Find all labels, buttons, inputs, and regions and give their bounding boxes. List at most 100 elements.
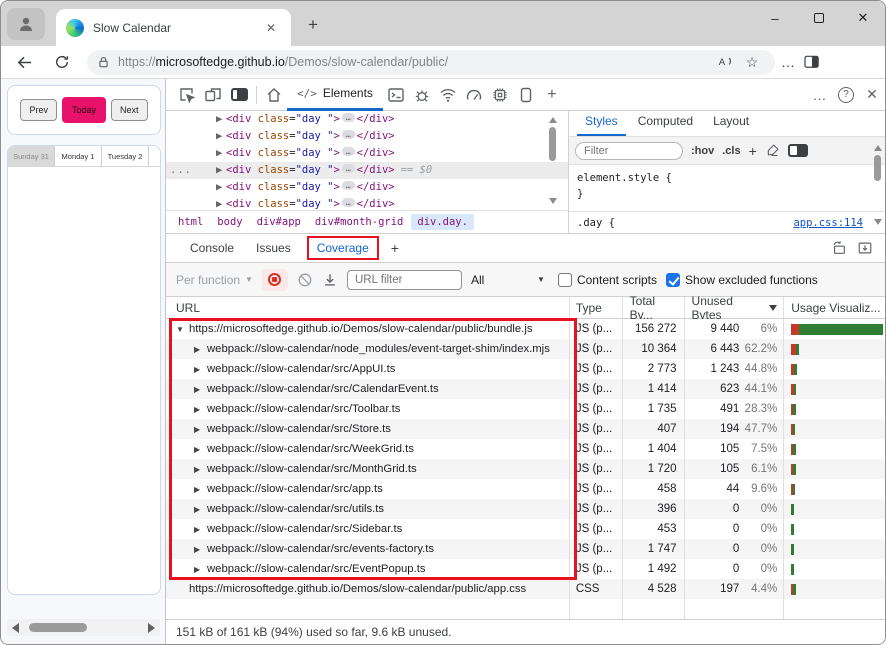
application-panel-button[interactable] <box>513 82 539 108</box>
column-header-unused-bytes[interactable]: Unused Bytes <box>685 294 785 322</box>
content-scripts-checkbox[interactable] <box>557 272 572 287</box>
url-filter-input[interactable] <box>346 269 462 290</box>
expand-triangle-icon[interactable]: ▶ <box>194 385 207 394</box>
breadcrumb-item[interactable]: div#app <box>251 214 307 230</box>
breadcrumb-item[interactable]: body <box>211 214 248 230</box>
expand-triangle-icon[interactable]: ▶ <box>194 425 207 434</box>
expand-triangle-icon[interactable]: ▶ <box>194 525 207 534</box>
new-style-rule-button[interactable]: + <box>749 143 757 159</box>
refresh-panel-icon[interactable] <box>831 240 847 256</box>
column-header-total-bytes[interactable]: Total By... <box>623 294 685 322</box>
drawer-tab[interactable]: Coverage <box>306 236 379 260</box>
element-style-rule[interactable]: element.style { } <box>569 165 885 211</box>
new-tab-button[interactable]: + <box>301 13 325 37</box>
breadcrumb-item[interactable]: html <box>172 214 209 230</box>
coverage-table-row[interactable]: ▶ webpack://slow-calendar/node_modules/ev… <box>166 339 885 359</box>
activity-bar-toggle[interactable] <box>226 82 252 108</box>
inspect-element-button[interactable] <box>174 82 200 108</box>
breadcrumb-item[interactable]: div.day. <box>411 214 474 231</box>
coverage-table-row[interactable]: ▶ webpack://slow-calendar/src/events-fact… <box>166 539 885 559</box>
next-button[interactable]: Next <box>111 99 148 121</box>
scroll-up-icon[interactable] <box>873 141 882 151</box>
settings-more-button[interactable]: … <box>781 54 796 70</box>
network-panel-button[interactable] <box>435 82 461 108</box>
home-tab-button[interactable] <box>261 82 287 108</box>
styles-tab[interactable]: Computed <box>630 110 701 136</box>
devtools-help-button[interactable]: ? <box>833 82 859 108</box>
dom-tree-row[interactable]: ▶ <div class="day ">… </div> <box>166 145 568 162</box>
day-css-rule[interactable]: .day { app.css:114 <box>569 211 885 233</box>
coverage-table-row[interactable]: ▶ webpack://slow-calendar/src/Toolbar.ts … <box>166 399 885 419</box>
dom-tree-row[interactable]: ▶ <div class="day ">… </div> <box>166 179 568 196</box>
styles-filter-input[interactable] <box>575 141 683 160</box>
scroll-up-icon[interactable] <box>548 113 557 123</box>
per-function-dropdown[interactable]: Per function ▼ <box>176 273 253 287</box>
coverage-table-row[interactable]: ▶ webpack://slow-calendar/src/app.ts JS (… <box>166 479 885 499</box>
tree-scrollbar[interactable] <box>547 113 558 208</box>
paint-format-icon[interactable] <box>765 143 780 158</box>
split-screen-icon[interactable] <box>804 55 820 69</box>
css-source-link[interactable]: app.css:114 <box>793 217 863 229</box>
expand-triangle-icon[interactable]: ▶ <box>194 545 207 554</box>
expand-triangle-icon[interactable]: ▶ <box>194 405 207 414</box>
drawer-tab[interactable]: Console <box>184 238 240 258</box>
scroll-down-icon[interactable] <box>873 219 882 229</box>
expand-triangle-icon[interactable]: ▶ <box>194 565 207 574</box>
expand-triangle-icon[interactable]: ▶ <box>194 465 207 474</box>
expand-triangle-icon[interactable]: ▶ <box>194 505 207 514</box>
scroll-down-icon[interactable] <box>548 198 557 208</box>
content-scripts-checkbox-group[interactable]: Content scripts <box>557 272 657 287</box>
issues-panel-button[interactable] <box>409 82 435 108</box>
prev-button[interactable]: Prev <box>20 99 57 121</box>
maximize-button[interactable] <box>797 1 841 35</box>
styles-scrollbar[interactable] <box>872 141 883 229</box>
more-tools-button[interactable]: + <box>539 82 565 108</box>
expand-inline-icon[interactable]: … <box>341 198 355 207</box>
expand-triangle-icon[interactable]: ▼ <box>176 325 189 334</box>
type-filter-dropdown[interactable]: All ▼ <box>471 273 549 287</box>
scrollbar-thumb[interactable] <box>874 155 881 181</box>
expand-inline-icon[interactable]: … <box>341 181 355 190</box>
coverage-table-row[interactable]: ▶ webpack://slow-calendar/src/Store.ts JS… <box>166 419 885 439</box>
devtools-close-button[interactable]: ✕ <box>859 82 885 108</box>
coverage-table-row[interactable]: ▼ https://microsoftedge.github.io/Demos/s… <box>166 319 885 339</box>
column-header-type[interactable]: Type <box>570 297 623 318</box>
read-aloud-button[interactable]: A <box>713 51 739 73</box>
scroll-left-icon[interactable] <box>12 622 19 633</box>
coverage-table-row[interactable]: ▶ webpack://slow-calendar/src/MonthGrid.t… <box>166 459 885 479</box>
profile-avatar-button[interactable] <box>7 8 45 40</box>
back-button[interactable] <box>9 49 39 75</box>
add-drawer-tab-button[interactable]: + <box>391 240 399 256</box>
expand-inline-icon[interactable]: … <box>341 147 355 156</box>
expand-triangle-icon[interactable]: ▶ <box>194 485 207 494</box>
show-excluded-checkbox[interactable] <box>666 272 681 287</box>
download-icon[interactable] <box>322 272 338 288</box>
element-classes-button[interactable]: .cls <box>722 145 740 157</box>
dom-tree-row[interactable]: ... ▶ <div class="day ">… </div> == $0 <box>166 162 568 179</box>
expand-triangle-icon[interactable]: ▶ <box>194 345 207 354</box>
coverage-table-row[interactable]: ▶ webpack://slow-calendar/src/CalendarEve… <box>166 379 885 399</box>
memory-panel-button[interactable] <box>487 82 513 108</box>
favorites-star-button[interactable]: ☆ <box>739 51 765 73</box>
column-header-usage[interactable]: Usage Visualiz... <box>784 297 885 318</box>
browser-tab[interactable]: Slow Calendar ✕ <box>56 9 291 46</box>
scroll-right-icon[interactable] <box>148 622 155 633</box>
coverage-table-row[interactable]: ▶ webpack://slow-calendar/src/utils.ts JS… <box>166 499 885 519</box>
coverage-table-row[interactable]: ▶ webpack://slow-calendar/src/AppUI.ts JS… <box>166 359 885 379</box>
dom-tree-row[interactable]: ▶ <div class="day ">… </div> <box>166 128 568 145</box>
styles-tab[interactable]: Styles <box>577 110 626 136</box>
console-panel-button[interactable] <box>383 82 409 108</box>
today-button[interactable]: Today <box>61 97 107 123</box>
toggle-hover-state-button[interactable]: :hov <box>691 145 714 157</box>
scrollbar-thumb[interactable] <box>29 623 87 632</box>
tab-elements[interactable]: </> Elements <box>287 79 383 111</box>
devtools-menu-button[interactable]: … <box>807 82 833 108</box>
minimize-button[interactable]: – <box>753 1 797 35</box>
expand-inline-icon[interactable]: … <box>341 113 355 122</box>
styles-tab[interactable]: Layout <box>705 110 757 136</box>
drawer-tab[interactable]: Issues <box>250 238 297 258</box>
expand-inline-icon[interactable]: … <box>341 164 355 173</box>
expand-quickview-icon[interactable] <box>857 240 873 256</box>
refresh-button[interactable] <box>47 49 77 75</box>
expand-inline-icon[interactable]: … <box>341 130 355 139</box>
